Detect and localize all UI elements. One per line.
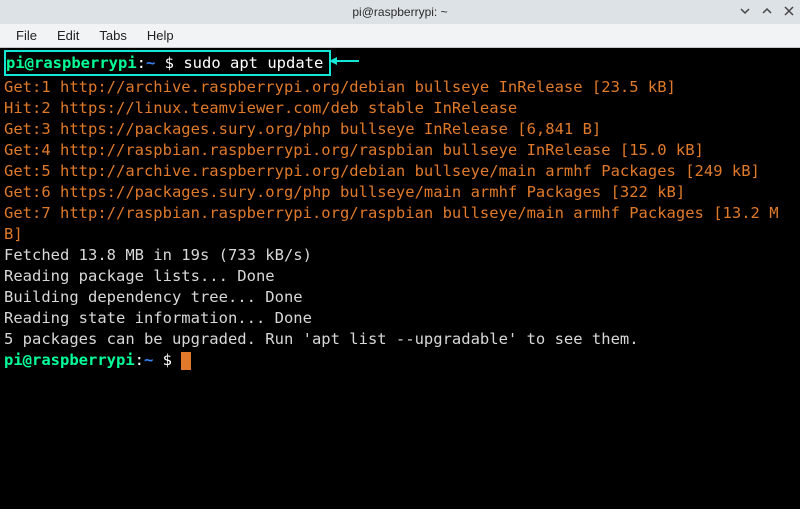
prompt-sep: :: [135, 351, 144, 369]
command-highlight: pi@raspberrypi:~ $ sudo apt update: [4, 50, 331, 76]
arrow-annotation-icon: [329, 51, 359, 77]
menu-edit[interactable]: Edit: [49, 26, 87, 45]
prompt-user-host: pi@raspberrypi: [4, 351, 135, 369]
menubar: File Edit Tabs Help: [0, 24, 800, 48]
prompt-sep: :: [137, 54, 146, 72]
menu-tabs[interactable]: Tabs: [91, 26, 134, 45]
prompt-user-host: pi@raspberrypi: [6, 54, 137, 72]
output-line: 5 packages can be upgraded. Run 'apt lis…: [4, 330, 639, 348]
output-line: Get:1 http://archive.raspberrypi.org/deb…: [4, 78, 676, 96]
close-icon[interactable]: [784, 5, 794, 19]
output-line: Get:3 https://packages.sury.org/php bull…: [4, 120, 601, 138]
command-text: sudo apt update: [183, 54, 323, 72]
output-line: Get:6 https://packages.sury.org/php bull…: [4, 183, 685, 201]
prompt-path: ~: [146, 54, 155, 72]
window-title: pi@raspberrypi: ~: [352, 5, 447, 19]
output-line: Fetched 13.8 MB in 19s (733 kB/s): [4, 246, 312, 264]
cursor-icon: [181, 352, 191, 370]
prompt-dollar: $: [155, 54, 183, 72]
output-line: Hit:2 https://linux.teamviewer.com/deb s…: [4, 99, 517, 117]
maximize-icon[interactable]: [762, 5, 772, 19]
output-line: Get:7 http://raspbian.raspberrypi.org/ra…: [4, 204, 779, 243]
output-line: Reading state information... Done: [4, 309, 312, 327]
output-line: Get:4 http://raspbian.raspberrypi.org/ra…: [4, 141, 704, 159]
titlebar[interactable]: pi@raspberrypi: ~: [0, 0, 800, 24]
terminal-window: pi@raspberrypi: ~ File Edit Tabs Help pi…: [0, 0, 800, 509]
minimize-icon[interactable]: [740, 5, 750, 19]
menu-help[interactable]: Help: [139, 26, 182, 45]
output-line: Reading package lists... Done: [4, 267, 275, 285]
titlebar-controls: [740, 0, 794, 24]
terminal-area[interactable]: pi@raspberrypi:~ $ sudo apt update Get:1…: [0, 48, 800, 509]
output-line: Building dependency tree... Done: [4, 288, 303, 306]
output-line: Get:5 http://archive.raspberrypi.org/deb…: [4, 162, 760, 180]
prompt-dollar: $: [153, 351, 181, 369]
prompt-path: ~: [144, 351, 153, 369]
menu-file[interactable]: File: [8, 26, 45, 45]
